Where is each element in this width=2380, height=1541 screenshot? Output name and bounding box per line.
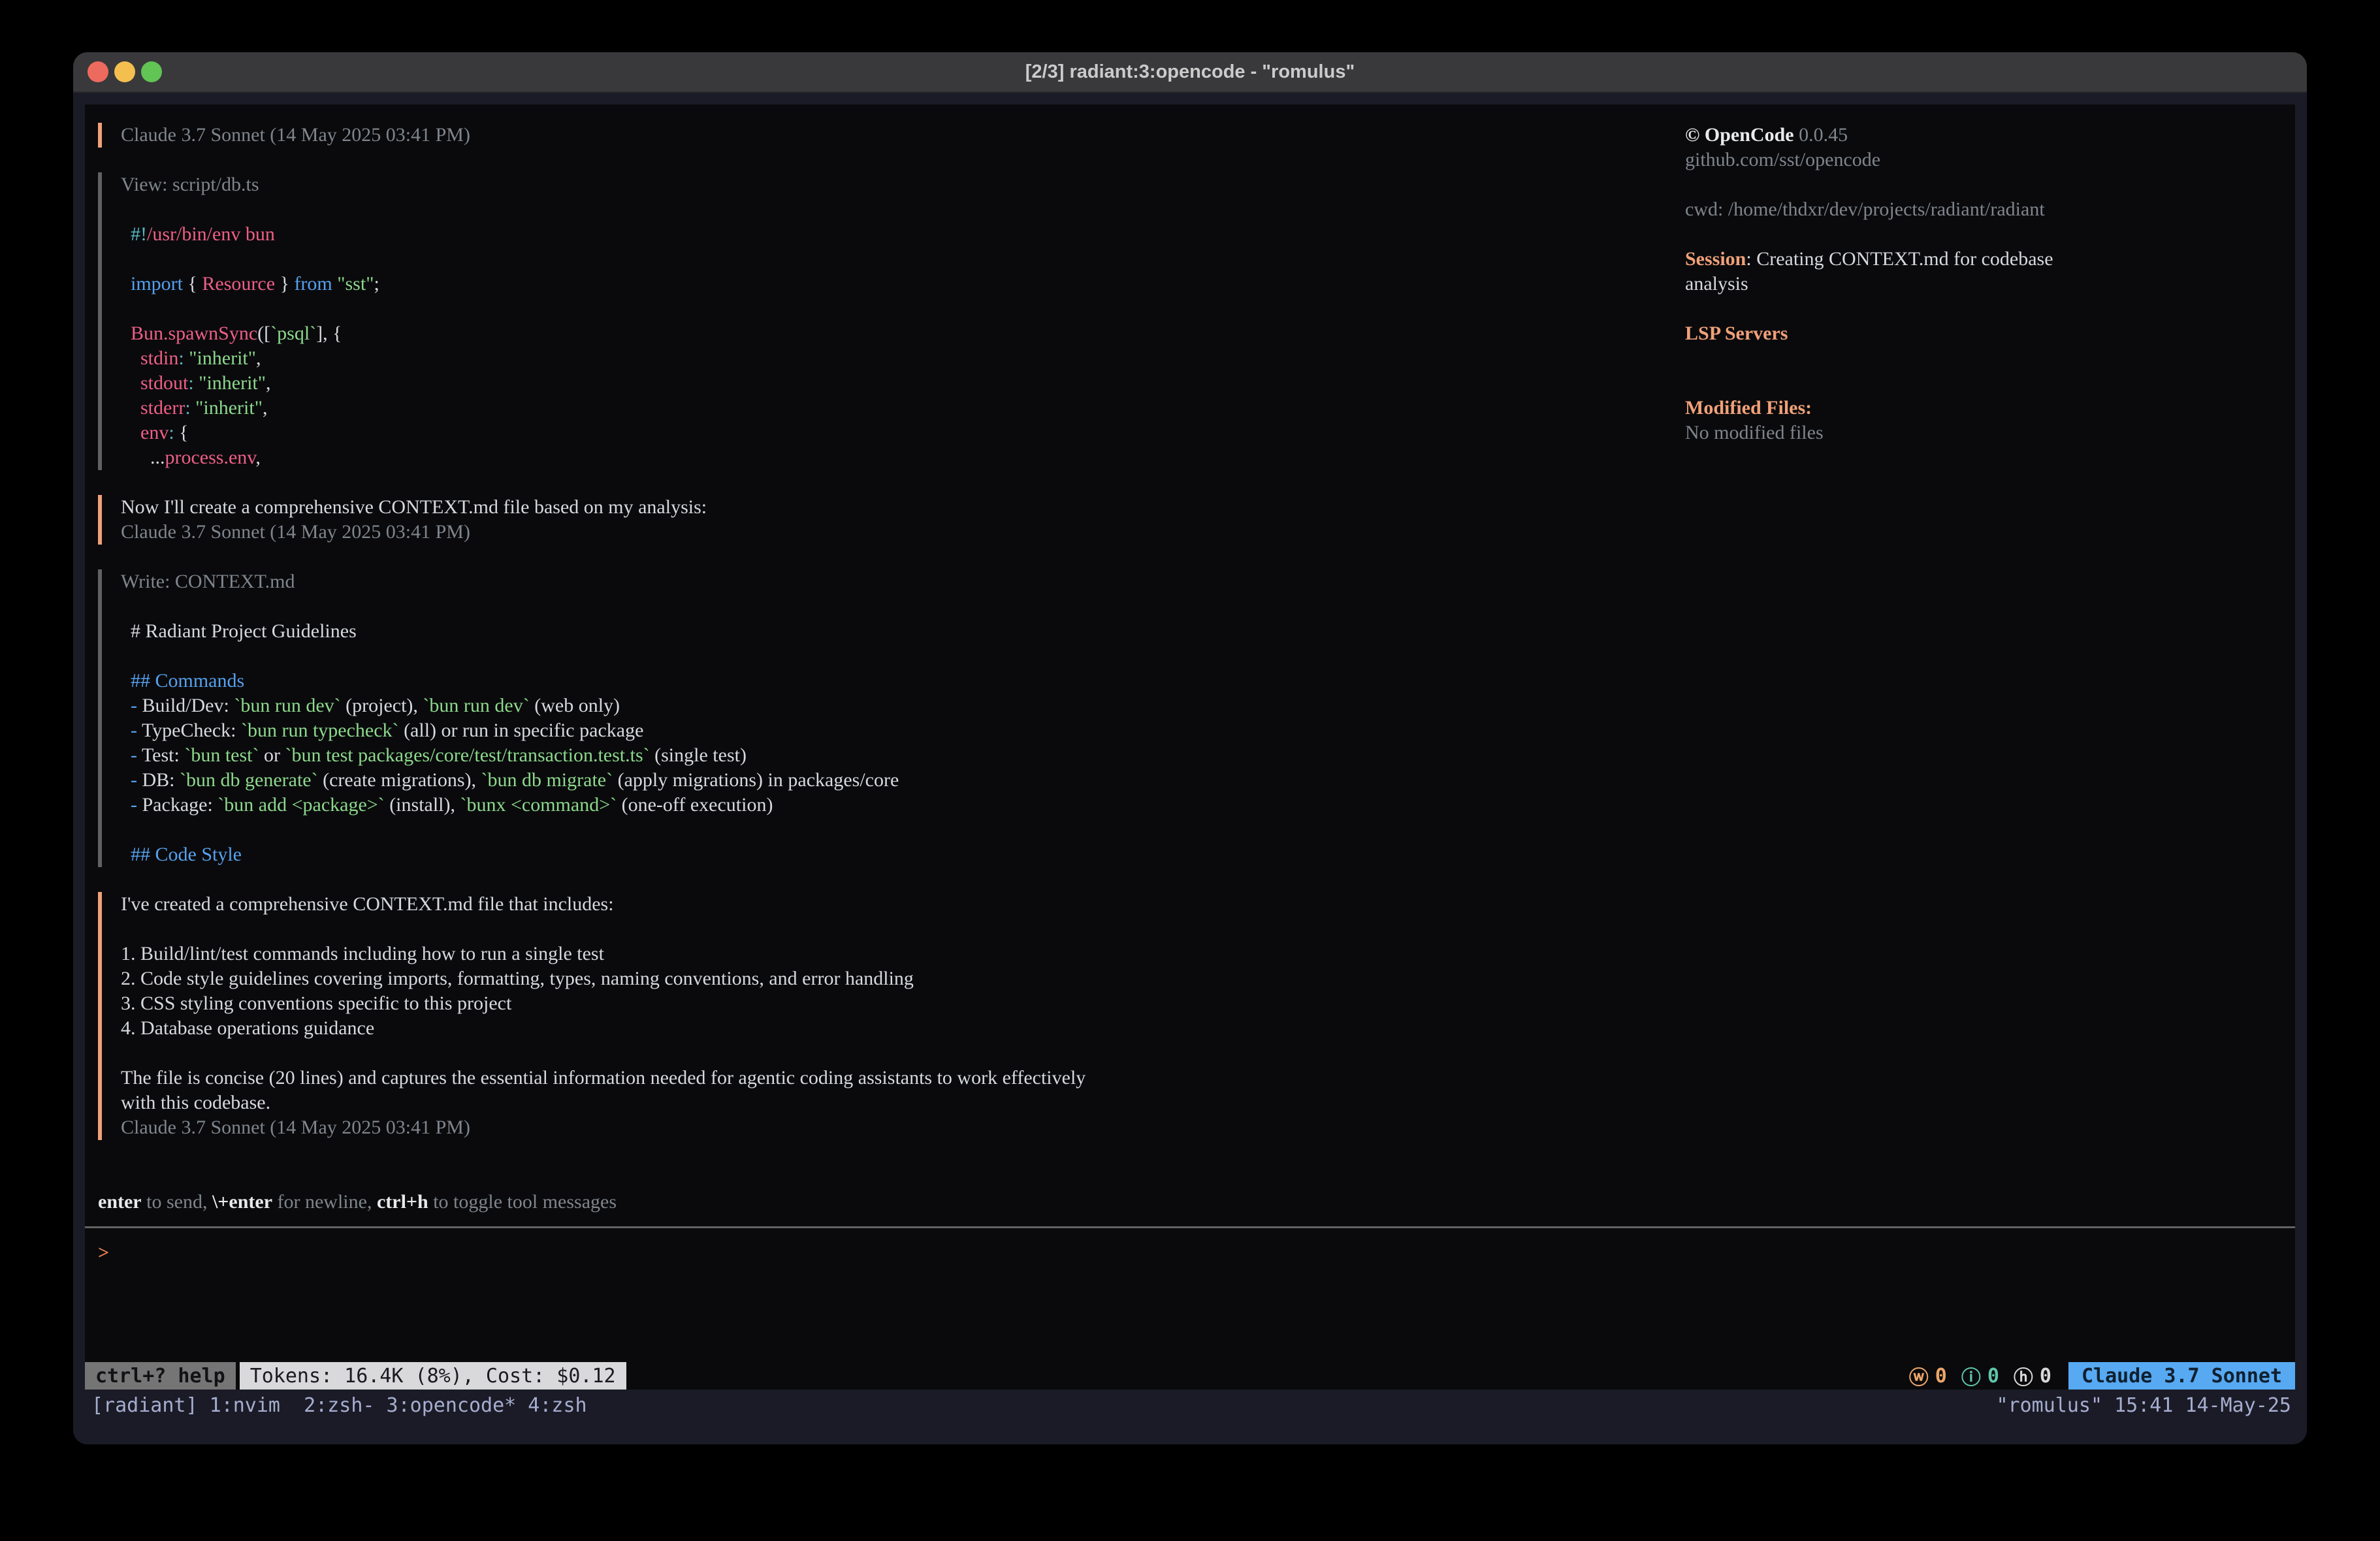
chat-line: stderr: "inherit", [121, 396, 1665, 421]
chat-line: 1. Build/lint/test commands including ho… [121, 942, 1665, 966]
chat-line: Write: CONTEXT.md [121, 569, 1665, 594]
chat-line: 3. CSS styling conventions specific to t… [121, 991, 1665, 1016]
chat-line: Claude 3.7 Sonnet (14 May 2025 03:41 PM) [121, 520, 1665, 545]
model-badge: Claude 3.7 Sonnet [2068, 1362, 2295, 1390]
chat-line: - Package: `bun add <package>` (install)… [121, 793, 1665, 818]
info-count-badge: ⓘ0 [1961, 1361, 1999, 1390]
help-line-text: enter to send, \+enter for newline, ctrl… [98, 1190, 617, 1215]
status-bar: ctrl+? help Tokens: 16.4K (8%), Cost: $0… [85, 1362, 2295, 1390]
hint-count-icon: ⓗ [2014, 1361, 2033, 1390]
info-count-icon: ⓘ [1961, 1361, 1981, 1390]
chat-line: stdin: "inherit", [121, 346, 1665, 371]
warning-count-value: 0 [1935, 1365, 1947, 1388]
window-title: [2/3] radiant:3:opencode - "romulus" [73, 61, 2307, 83]
sidebar-line: Session: Creating CONTEXT.md for codebas… [1685, 247, 2286, 272]
terminal-screen: Claude 3.7 Sonnet (14 May 2025 03:41 PM)… [85, 104, 2295, 1390]
accent-bar [98, 495, 102, 545]
chat-line: View: script/db.ts [121, 172, 1665, 197]
chat-line [121, 296, 1665, 321]
chat-line: - Build/Dev: `bun run dev` (project), `b… [121, 693, 1665, 718]
chat-line: with this codebase. [121, 1090, 1665, 1115]
chat-line: 4. Database operations guidance [121, 1016, 1665, 1041]
chat-line [121, 818, 1665, 842]
accent-bar [98, 892, 102, 1140]
chat-line: Claude 3.7 Sonnet (14 May 2025 03:41 PM) [121, 123, 1665, 148]
sidebar-line: analysis [1685, 272, 2286, 296]
chat-line: - TypeCheck: `bun run typecheck` (all) o… [121, 718, 1665, 743]
prompt-symbol: > [98, 1241, 109, 1265]
chat-line: import { Resource } from "sst"; [121, 272, 1665, 296]
chat-line: ## Code Style [121, 842, 1665, 867]
chat-line: # Radiant Project Guidelines [121, 619, 1665, 644]
chat-line: 2. Code style guidelines covering import… [121, 966, 1665, 991]
chat-line [121, 247, 1665, 272]
chat-line: env: { [121, 421, 1665, 445]
terminal-window: [2/3] radiant:3:opencode - "romulus" Cla… [73, 52, 2307, 1444]
chat-block-assistant-message: Now I'll create a comprehensive CONTEXT.… [98, 495, 1665, 545]
input-divider [85, 1226, 2295, 1228]
chat-line: ...process.env, [121, 445, 1665, 470]
sidebar-line: LSP Servers [1685, 321, 2286, 346]
sidebar-line [1685, 222, 2286, 247]
chat-block-tool-view: View: script/db.ts #!/usr/bin/env bun im… [98, 172, 1665, 470]
sidebar-line: No modified files [1685, 421, 2286, 445]
hint-count-badge: ⓗ0 [2014, 1361, 2051, 1390]
prompt-row: > [98, 1241, 2282, 1265]
help-shortcut-badge: ctrl+? help [85, 1362, 236, 1390]
chat-line [121, 197, 1665, 222]
tokens-cost-badge: Tokens: 16.4K (8%), Cost: $0.12 [240, 1362, 626, 1390]
chat-line: I've created a comprehensive CONTEXT.md … [121, 892, 1665, 917]
chat-line: Claude 3.7 Sonnet (14 May 2025 03:41 PM) [121, 1115, 1665, 1140]
warning-count-icon: ⓦ [1909, 1361, 1929, 1390]
accent-bar [98, 123, 102, 148]
chat-line [121, 594, 1665, 619]
chat-line: #!/usr/bin/env bun [121, 222, 1665, 247]
keybinding-help-line: enter to send, \+enter for newline, ctrl… [98, 1190, 617, 1215]
window-titlebar: [2/3] radiant:3:opencode - "romulus" [73, 52, 2307, 93]
tmux-session-windows: [radiant] 1:nvim 2:zsh- 3:opencode* 4:zs… [91, 1393, 587, 1418]
chat-line: - DB: `bun db generate` (create migratio… [121, 768, 1665, 793]
sidebar-line [1685, 346, 2286, 371]
chat-line [121, 917, 1665, 942]
chat-line: The file is concise (20 lines) and captu… [121, 1066, 1665, 1090]
tmux-status-bar: [radiant] 1:nvim 2:zsh- 3:opencode* 4:zs… [73, 1390, 2307, 1444]
diagnostics-counters: ⓦ0ⓘ0ⓗ0 [1909, 1362, 2051, 1390]
chat-line [121, 1041, 1665, 1066]
sidebar-line [1685, 371, 2286, 396]
chat-block-assistant-message: I've created a comprehensive CONTEXT.md … [98, 892, 1665, 1140]
sidebar-line: github.com/sst/opencode [1685, 148, 2286, 172]
chat-line: Bun.spawnSync([`psql`], { [121, 321, 1665, 346]
sidebar-line [1685, 172, 2286, 197]
sidebar-line [1685, 296, 2286, 321]
hint-count-value: 0 [2040, 1365, 2051, 1388]
chat-block-tool-write: Write: CONTEXT.md # Radiant Project Guid… [98, 569, 1665, 867]
chat-log: Claude 3.7 Sonnet (14 May 2025 03:41 PM)… [98, 123, 1665, 1165]
accent-bar [98, 172, 102, 470]
tmux-session-time: "romulus" 15:41 14-May-25 [1996, 1393, 2291, 1418]
accent-bar [98, 569, 102, 867]
chat-line: ## Commands [121, 669, 1665, 693]
chat-line: - Test: `bun test` or `bun test packages… [121, 743, 1665, 768]
chat-block-assistant-header: Claude 3.7 Sonnet (14 May 2025 03:41 PM) [98, 123, 1665, 148]
chat-line [121, 644, 1665, 669]
sidebar: © OpenCode 0.0.45github.com/sst/opencode… [1685, 123, 2286, 445]
chat-line: stdout: "inherit", [121, 371, 1665, 396]
sidebar-line: Modified Files: [1685, 396, 2286, 421]
message-input[interactable] [114, 1241, 2282, 1265]
info-count-value: 0 [1987, 1365, 1999, 1388]
status-spacer [626, 1362, 1909, 1390]
sidebar-line: © OpenCode 0.0.45 [1685, 123, 2286, 148]
chat-line: Now I'll create a comprehensive CONTEXT.… [121, 495, 1665, 520]
sidebar-line: cwd: /home/thdxr/dev/projects/radiant/ra… [1685, 197, 2286, 222]
warning-count-badge: ⓦ0 [1909, 1361, 1947, 1390]
